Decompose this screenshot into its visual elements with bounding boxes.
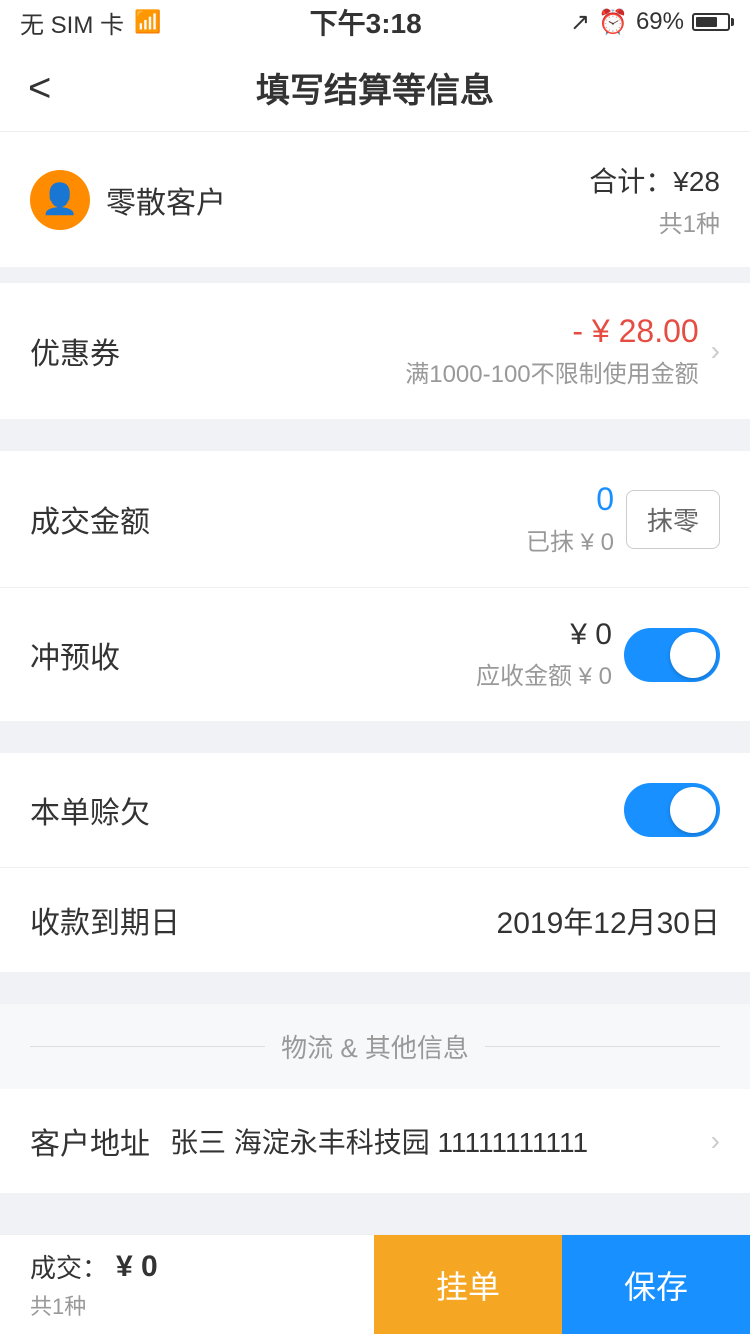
prepayment-right: ¥ 0 应收金额 ¥ 0 bbox=[476, 618, 720, 691]
bottom-deal-label: 成交： bbox=[30, 1248, 108, 1285]
save-button[interactable]: 保存 bbox=[562, 1235, 750, 1334]
battery-icon bbox=[692, 13, 730, 31]
credit-note-row: 本单赊欠 bbox=[0, 753, 750, 867]
customer-avatar: 👤 bbox=[30, 170, 90, 230]
divider-3 bbox=[0, 988, 750, 1004]
address-label: 客户地址 bbox=[30, 1119, 150, 1163]
customer-section: 👤 零散客户 合计：¥28 共1种 bbox=[0, 132, 750, 267]
deal-section: 成交金额 0 已抹 ¥ 0 抹零 冲预收 ¥ 0 应收金额 ¥ 0 bbox=[0, 451, 750, 721]
customer-left: 👤 零散客户 bbox=[30, 170, 226, 230]
status-bar: 无 SIM 卡 📶 下午3:18 ↗ ⏰ 69% bbox=[0, 0, 750, 44]
page-header: < 填写结算等信息 bbox=[0, 44, 750, 132]
wifi-icon: 📶 bbox=[134, 9, 161, 35]
bottom-deal-row: 成交： ¥ 0 bbox=[30, 1248, 344, 1285]
customer-row: 👤 零散客户 合计：¥28 共1种 bbox=[0, 132, 750, 267]
deal-already-round: 已抹 ¥ 0 bbox=[526, 522, 614, 557]
divider-2 bbox=[0, 737, 750, 753]
deal-value-right: 0 已抹 ¥ 0 bbox=[526, 481, 614, 557]
voucher-right-area: - ¥ 28.00 满1000-100不限制使用金额 › bbox=[405, 313, 720, 389]
deal-amount-right: 0 已抹 ¥ 0 抹零 bbox=[526, 481, 720, 557]
deal-amount-label: 成交金额 bbox=[30, 497, 150, 541]
logistics-section-label: 物流 & 其他信息 bbox=[0, 1004, 750, 1089]
voucher-description: 满1000-100不限制使用金额 bbox=[405, 354, 698, 389]
prepayment-amount: ¥ 0 bbox=[476, 618, 612, 652]
total-amount: 合计：¥28 bbox=[589, 160, 720, 200]
back-button[interactable]: < bbox=[28, 68, 51, 108]
avatar-icon: 👤 bbox=[41, 182, 78, 217]
customer-total: 合计：¥28 共1种 bbox=[589, 160, 720, 239]
credit-note-right bbox=[624, 783, 720, 837]
due-date-row: 收款到期日 2019年12月30日 bbox=[0, 867, 750, 972]
bottom-info: 成交： ¥ 0 共1种 bbox=[0, 1248, 374, 1321]
status-right: ↗ ⏰ 69% bbox=[570, 8, 730, 37]
deal-amount-row: 成交金额 0 已抹 ¥ 0 抹零 bbox=[0, 451, 750, 587]
due-date-value: 2019年12月30日 bbox=[497, 898, 720, 942]
bottom-bar: 成交： ¥ 0 共1种 挂单 保存 bbox=[0, 1234, 750, 1334]
credit-note-label: 本单赊欠 bbox=[30, 788, 150, 832]
logistics-label-text: 物流 & 其他信息 bbox=[281, 1028, 469, 1065]
prepayment-receivable: 应收金额 ¥ 0 bbox=[476, 656, 612, 691]
due-date-label: 收款到期日 bbox=[30, 898, 180, 942]
deal-amount-value: 0 bbox=[526, 481, 614, 518]
alarm-icon: ⏰ bbox=[598, 8, 628, 37]
prepayment-toggle[interactable] bbox=[624, 628, 720, 682]
credit-section: 本单赊欠 收款到期日 2019年12月30日 bbox=[0, 753, 750, 972]
battery-percent: 69% bbox=[636, 8, 684, 36]
divider-1 bbox=[0, 435, 750, 451]
voucher-values: - ¥ 28.00 满1000-100不限制使用金额 bbox=[405, 313, 698, 389]
carrier-label: 无 SIM 卡 bbox=[20, 5, 124, 40]
credit-note-toggle[interactable] bbox=[624, 783, 720, 837]
voucher-discount: - ¥ 28.00 bbox=[405, 313, 698, 350]
page-title: 填写结算等信息 bbox=[256, 63, 494, 112]
prepayment-values: ¥ 0 应收金额 ¥ 0 bbox=[476, 618, 612, 691]
status-left: 无 SIM 卡 📶 bbox=[20, 5, 161, 40]
location-icon: ↗ bbox=[570, 8, 590, 37]
address-row[interactable]: 客户地址 张三 海淀永丰科技园 11111111111 › bbox=[0, 1089, 750, 1193]
hold-button[interactable]: 挂单 bbox=[374, 1235, 562, 1334]
prepayment-label: 冲预收 bbox=[30, 633, 120, 677]
voucher-row[interactable]: 优惠券 - ¥ 28.00 满1000-100不限制使用金额 › bbox=[0, 283, 750, 419]
prepayment-row: 冲预收 ¥ 0 应收金额 ¥ 0 bbox=[0, 587, 750, 721]
customer-name: 零散客户 bbox=[106, 178, 226, 222]
bottom-deal-amount: ¥ 0 bbox=[116, 1250, 158, 1284]
total-count: 共1种 bbox=[589, 204, 720, 239]
voucher-section[interactable]: 优惠券 - ¥ 28.00 满1000-100不限制使用金额 › bbox=[0, 283, 750, 419]
battery-fill bbox=[696, 17, 717, 27]
address-value: 张三 海淀永丰科技园 11111111111 bbox=[170, 1121, 691, 1161]
voucher-chevron-icon: › bbox=[711, 335, 720, 367]
voucher-label: 优惠券 bbox=[30, 329, 120, 373]
address-section[interactable]: 客户地址 张三 海淀永丰科技园 11111111111 › bbox=[0, 1089, 750, 1193]
status-time: 下午3:18 bbox=[310, 2, 422, 42]
bottom-count: 共1种 bbox=[30, 1289, 344, 1321]
round-zero-button[interactable]: 抹零 bbox=[626, 490, 720, 549]
address-chevron-icon: › bbox=[711, 1125, 720, 1157]
